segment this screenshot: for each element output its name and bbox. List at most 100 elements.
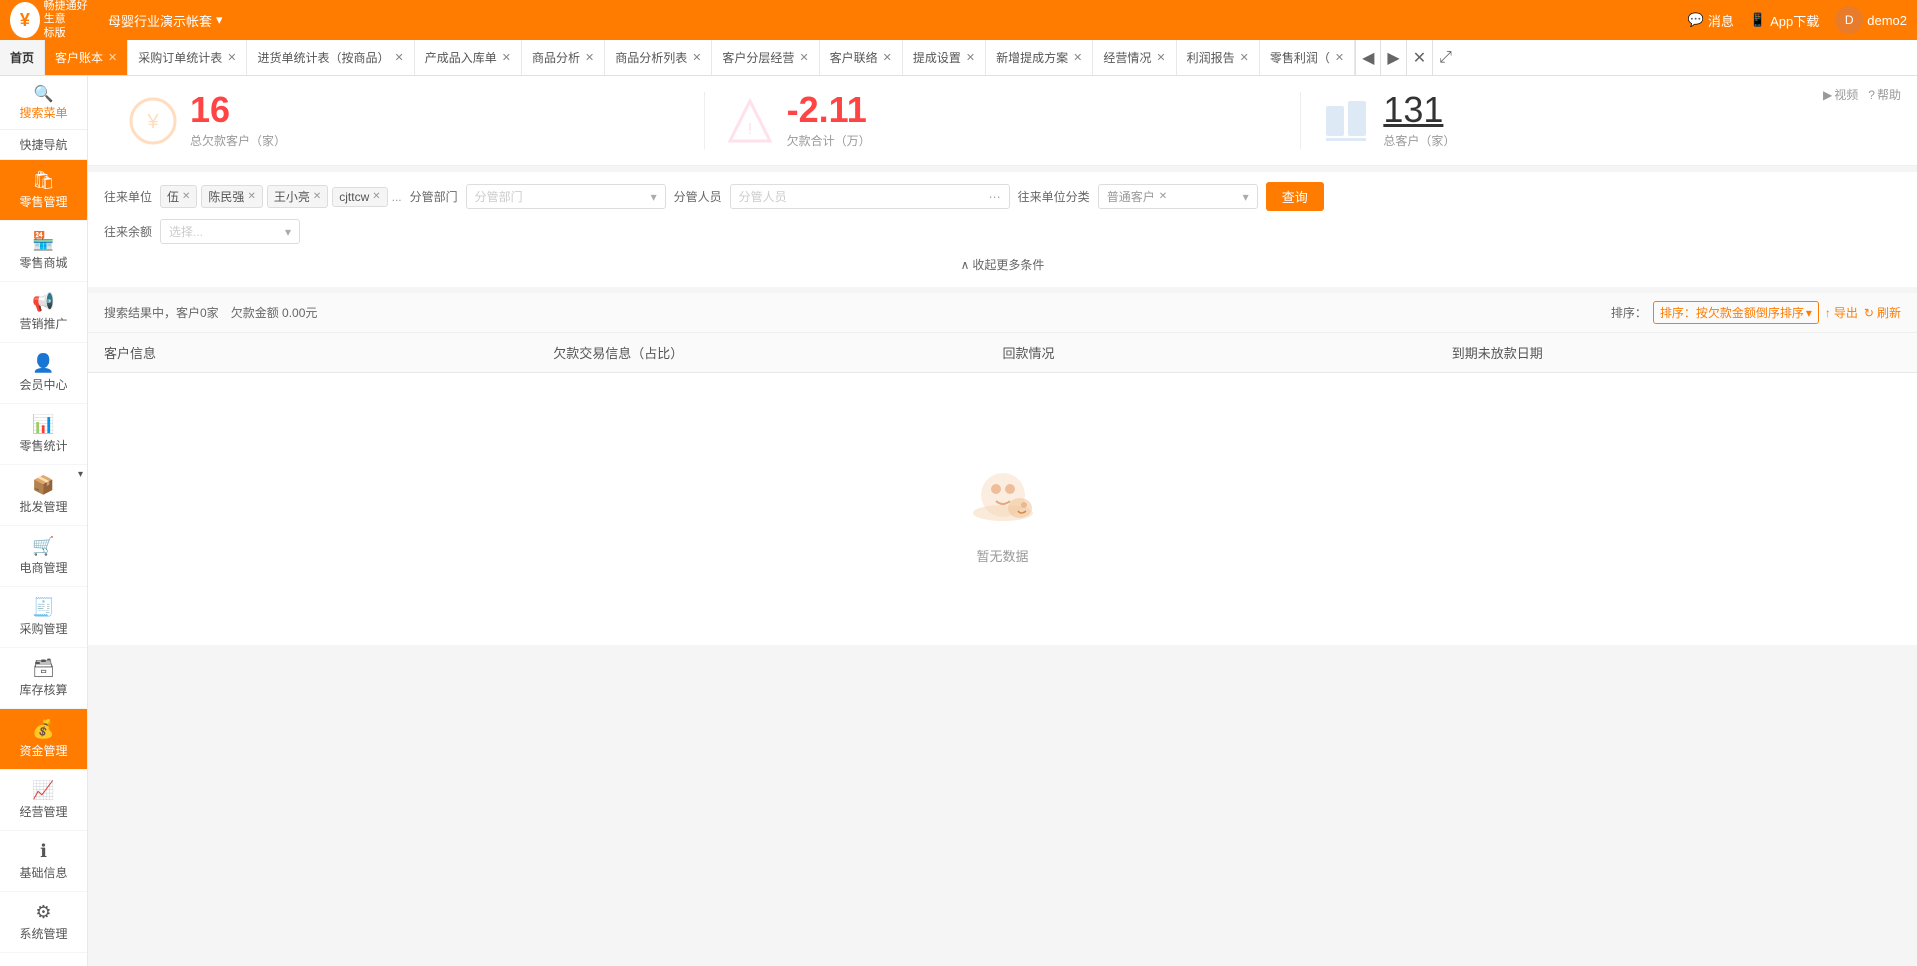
tab-purchase-stat[interactable]: 进货单统计表（按商品） ✕ <box>247 40 414 76</box>
result-bar: 搜索结果中，客户0家 欠款金额 0.00元 排序： 排序：按欠款金额倒序排序 ▾… <box>88 293 1917 333</box>
sidebar-item-retail-mall[interactable]: 🏪 零售商城 <box>0 221 87 282</box>
user-avatar[interactable]: D demo2 <box>1835 6 1907 34</box>
tab-maximize[interactable]: ⤢ <box>1432 40 1458 76</box>
col-debt-trade: 欠款交易信息（占比） <box>553 343 1002 362</box>
tab-close-biz-status[interactable]: ✕ <box>1156 51 1165 64</box>
tag-close-wang[interactable]: ✕ <box>313 191 321 202</box>
search-icon: 🔍 <box>6 84 81 104</box>
sidebar-item-basic-info[interactable]: ℹ 基础信息 <box>0 831 87 892</box>
dept-select[interactable]: 分管部门 ▾ <box>466 184 666 209</box>
tab-promo-settings[interactable]: 提成设置 ✕ <box>903 40 986 76</box>
tag-close-wu[interactable]: ✕ <box>182 191 190 202</box>
tab-close-product-in[interactable]: ✕ <box>502 51 511 64</box>
tab-retail-profit[interactable]: 零售利润（ ✕ <box>1260 40 1355 76</box>
empty-state: 暂无数据 <box>88 373 1917 645</box>
tab-close-customer-account[interactable]: ✕ <box>108 51 117 64</box>
debt-bg-icon: ! <box>725 96 775 146</box>
retail-mgmt-icon: 🛍 <box>32 170 55 191</box>
tab-close-purchase-order[interactable]: ✕ <box>227 51 236 64</box>
tab-nav-next[interactable]: ▶ <box>1380 40 1405 76</box>
sort-select[interactable]: 排序：按欠款金额倒序排序 ▾ <box>1653 301 1819 324</box>
tab-profit-report[interactable]: 利润报告 ✕ <box>1177 40 1260 76</box>
logo-area: ¥ 畅捷通好生意 标版 <box>10 0 98 40</box>
account-selector[interactable]: 母婴行业演示帐套 ▾ <box>108 11 223 30</box>
basic-info-icon: ℹ <box>40 841 47 862</box>
query-button[interactable]: 查询 <box>1266 182 1324 211</box>
avatar: D <box>1835 6 1863 34</box>
collapse-button[interactable]: ∧ 收起更多条件 <box>961 256 1045 273</box>
download-icon: 📱 <box>1750 12 1766 28</box>
tab-close-product-analysis-list[interactable]: ✕ <box>692 51 701 64</box>
tab-close-product-analysis[interactable]: ✕ <box>585 51 594 64</box>
tab-purchase-order[interactable]: 采购订单统计表 ✕ <box>128 40 247 76</box>
tab-product-in[interactable]: 产成品入库单 ✕ <box>415 40 522 76</box>
member-icon: 👤 <box>32 353 54 374</box>
person-select[interactable]: 分管人员 ⋯ <box>730 184 1010 209</box>
sidebar-item-wholesale-mgmt[interactable]: 📦 批发管理 ▾ <box>0 465 87 526</box>
chevron-down-icon: ▾ <box>216 12 223 28</box>
video-link[interactable]: ▶ 视频 <box>1823 86 1858 103</box>
sidebar-item-marketing[interactable]: 📢 营销推广 <box>0 282 87 343</box>
refresh-button[interactable]: ↻ 刷新 <box>1864 304 1901 321</box>
category-select[interactable]: 普通客户 ✕ ▾ <box>1098 184 1258 209</box>
category-tag-close[interactable]: ✕ <box>1159 191 1167 202</box>
tab-customer-contact[interactable]: 客户联络 ✕ <box>820 40 903 76</box>
filter-tag-chen[interactable]: 陈民强 ✕ <box>201 185 262 208</box>
stat-customers: ¥ 16 总欠款客户（家） <box>108 92 705 149</box>
tab-nav-prev[interactable]: ◀ <box>1355 40 1380 76</box>
tab-product-analysis-list[interactable]: 商品分析列表 ✕ <box>605 40 712 76</box>
tab-close-customer-contact[interactable]: ✕ <box>883 51 892 64</box>
tab-close-promo-settings[interactable]: ✕ <box>966 51 975 64</box>
col-repayment: 回款情况 <box>1003 343 1452 362</box>
help-link[interactable]: ? 帮助 <box>1868 86 1901 103</box>
tab-add-promo[interactable]: 新增提成方案 ✕ <box>986 40 1093 76</box>
filter-tag-more[interactable]: ... <box>392 190 402 204</box>
col-overdue-date: 到期未放款日期 <box>1452 343 1901 362</box>
tab-close-retail-profit[interactable]: ✕ <box>1335 51 1344 64</box>
download-action[interactable]: 📱 App下载 <box>1750 11 1819 30</box>
tab-customer-account[interactable]: 客户账本 ✕ <box>45 40 128 76</box>
tab-customer-tier[interactable]: 客户分层经营 ✕ <box>712 40 819 76</box>
tab-biz-status[interactable]: 经营情况 ✕ <box>1093 40 1176 76</box>
tag-close-chen[interactable]: ✕ <box>247 191 255 202</box>
sidebar-item-capital-mgmt[interactable]: 💰 资金管理 <box>0 709 87 770</box>
collapse-icon: ∧ <box>961 258 970 272</box>
tab-close-all[interactable]: ✕ <box>1406 40 1432 76</box>
sidebar-item-system-mgmt[interactable]: ⚙ 系统管理 <box>0 892 87 953</box>
filter-tag-wang[interactable]: 王小亮 ✕ <box>267 185 328 208</box>
tag-close-cjttcw[interactable]: ✕ <box>372 191 380 202</box>
sidebar-item-purchase-mgmt[interactable]: 🧾 采购管理 <box>0 587 87 648</box>
tab-close-purchase-stat[interactable]: ✕ <box>395 51 404 64</box>
category-label: 往来单位分类 <box>1018 188 1090 205</box>
tab-home[interactable]: 首页 <box>0 40 45 76</box>
tab-close-customer-tier[interactable]: ✕ <box>799 51 808 64</box>
svg-text:¥: ¥ <box>146 111 159 133</box>
sidebar-item-member-center[interactable]: 👤 会员中心 <box>0 343 87 404</box>
sidebar-search[interactable]: 🔍 搜索菜单 <box>0 76 87 130</box>
balance-select[interactable]: 选择... ▾ <box>160 219 300 244</box>
sidebar-item-inventory-check[interactable]: 🗃 库存核算 <box>0 648 87 709</box>
message-icon: 💬 <box>1688 12 1704 28</box>
message-action[interactable]: 💬 消息 <box>1688 11 1734 30</box>
filter-tag-cjttcw[interactable]: cjttcw ✕ <box>332 187 387 207</box>
sidebar-item-ops-mgmt[interactable]: 📈 经营管理 <box>0 770 87 831</box>
sidebar-item-ecommerce-mgmt[interactable]: 🛒 电商管理 <box>0 526 87 587</box>
export-button[interactable]: ↑ 导出 <box>1825 304 1858 321</box>
tab-close-add-promo[interactable]: ✕ <box>1073 51 1082 64</box>
sidebar-item-retail-mgmt[interactable]: 🛍 零售管理 <box>0 160 87 221</box>
sidebar-quick-nav[interactable]: 快捷导航 <box>0 130 87 160</box>
filter-tag-wu[interactable]: 伍 ✕ <box>160 185 197 208</box>
dept-select-arrow: ▾ <box>651 190 657 204</box>
stats-row: ▶ 视频 ? 帮助 ¥ <box>88 76 1917 166</box>
sidebar-item-enterprise-collab[interactable]: 🤝 企业协同 <box>0 953 87 966</box>
search-result-text: 搜索结果中，客户0家 <box>104 304 219 321</box>
tab-bar: 首页 客户账本 ✕ 采购订单统计表 ✕ 进货单统计表（按商品） ✕ 产成品入库单… <box>0 40 1917 76</box>
sidebar-item-retail-stats[interactable]: 📊 零售统计 <box>0 404 87 465</box>
ops-icon: 📈 <box>32 780 54 801</box>
tab-product-analysis[interactable]: 商品分析 ✕ <box>522 40 605 76</box>
filter-unit-tags: 伍 ✕ 陈民强 ✕ 王小亮 ✕ cjttcw ✕ <box>160 185 402 208</box>
help-icon: ? <box>1868 88 1875 102</box>
sidebar: 🔍 搜索菜单 快捷导航 🛍 零售管理 🏪 零售商城 📢 营销推广 👤 会员中心 <box>0 76 88 966</box>
tab-close-profit-report[interactable]: ✕ <box>1240 51 1249 64</box>
main-area: 🔍 搜索菜单 快捷导航 🛍 零售管理 🏪 零售商城 📢 营销推广 👤 会员中心 <box>0 76 1917 966</box>
